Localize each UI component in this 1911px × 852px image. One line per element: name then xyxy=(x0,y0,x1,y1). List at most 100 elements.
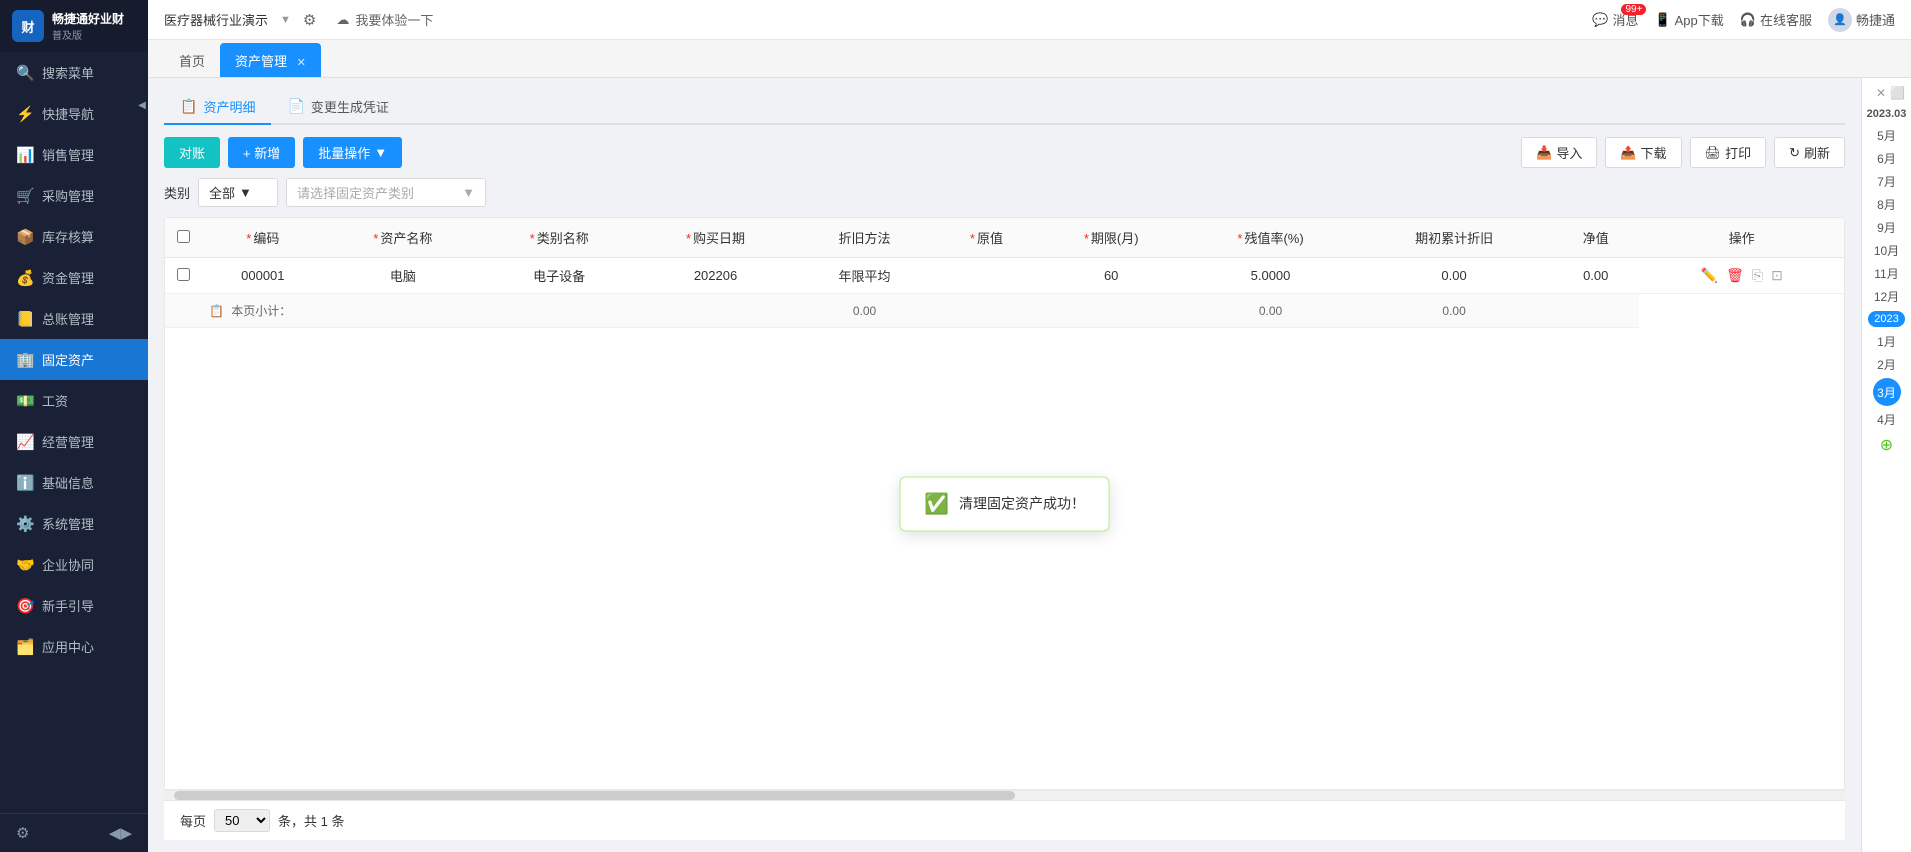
sidebar-item-apps[interactable]: 🗂️ 应用中心 xyxy=(0,626,148,667)
pagination: 每页 50 100 条，共 1 条 xyxy=(164,800,1845,840)
success-toast: ✅ 清理固定资产成功！ xyxy=(899,476,1110,531)
subtotal-original-value: 0.00 xyxy=(794,294,936,328)
subtotal-initial-dep: 0.00 xyxy=(1185,294,1356,328)
content-area: 📋 资产明细 📄 变更生成凭证 对账 + 新增 批量操作 ▼ xyxy=(148,78,1911,852)
sidebar-item-payroll[interactable]: 💵 工资 xyxy=(0,380,148,421)
sidebar-item-inventory[interactable]: 📦 库存核算 xyxy=(0,216,148,257)
panel-year-label: 2023.03 xyxy=(1865,104,1909,124)
category-value-select[interactable]: 请选择固定资产类别 ▼ xyxy=(286,178,486,207)
app-download-btn[interactable]: 📱 App下载 xyxy=(1654,10,1723,29)
header-period: *期限(月) xyxy=(1038,218,1185,258)
user-menu[interactable]: 👤 畅捷通 xyxy=(1828,8,1895,32)
import-button[interactable]: 📥 导入 xyxy=(1521,137,1597,168)
panel-close-icon[interactable]: ✕ xyxy=(1876,86,1886,100)
sidebar-bottom: ⚙ ◀▶ xyxy=(0,813,148,852)
month-12[interactable]: 12月 xyxy=(1862,285,1911,308)
message-badge: 99+ xyxy=(1621,4,1646,15)
tab-asset-management[interactable]: 资产管理 ✕ xyxy=(220,43,321,77)
panel-down-icon[interactable]: ⊕ xyxy=(1880,435,1893,455)
sub-tabs: 📋 资产明细 📄 变更生成凭证 xyxy=(164,90,1845,125)
sidebar-item-fixed-assets[interactable]: 🏢 固定资产 xyxy=(0,339,148,380)
row-checkbox[interactable] xyxy=(177,268,190,281)
sidebar-collapse-btn[interactable]: ◀ xyxy=(136,100,148,111)
refresh-icon: ↻ xyxy=(1789,145,1800,161)
row-depreciation: 年限平均 xyxy=(794,258,936,294)
more-icon[interactable]: ⊡ xyxy=(1771,267,1783,284)
action-icons: ✏️ 🗑 ⎘ ⊡ xyxy=(1647,267,1836,284)
sidebar-item-system[interactable]: ⚙️ 系统管理 xyxy=(0,503,148,544)
copy-icon[interactable]: ⎘ xyxy=(1752,267,1763,284)
sidebar-item-ledger[interactable]: 📒 总账管理 xyxy=(0,298,148,339)
company-name: 医疗器械行业演示 xyxy=(164,10,268,29)
row-original-value xyxy=(935,258,1037,294)
month-6[interactable]: 6月 xyxy=(1862,147,1911,170)
message-btn[interactable]: 💬 消息 99+ xyxy=(1592,10,1638,29)
sidebar-item-collab[interactable]: 🤝 企业协同 xyxy=(0,544,148,585)
tab-close-icon[interactable]: ✕ xyxy=(297,57,306,69)
month-4[interactable]: 4月 xyxy=(1862,408,1911,431)
sidebar-item-guide[interactable]: 🎯 新手引导 xyxy=(0,585,148,626)
sidebar-item-sales[interactable]: 📊 销售管理 xyxy=(0,134,148,175)
sub-tab-change-voucher[interactable]: 📄 变更生成凭证 xyxy=(271,90,404,125)
scrollbar-thumb[interactable] xyxy=(174,791,1015,800)
category-type-select[interactable]: 全部 ▼ xyxy=(198,178,278,207)
subtotal-row: 📋 本页小计： 0.00 0.00 0.00 xyxy=(165,294,1844,328)
month-5[interactable]: 5月 xyxy=(1862,124,1911,147)
current-month-badge[interactable]: 3月 xyxy=(1873,378,1901,406)
tab-home[interactable]: 首页 xyxy=(164,43,220,77)
header-actions: 操作 xyxy=(1639,218,1844,258)
online-service-btn[interactable]: 🎧 在线客服 xyxy=(1740,10,1812,29)
collapse-icon[interactable]: ◀▶ xyxy=(109,824,132,842)
month-7[interactable]: 7月 xyxy=(1862,170,1911,193)
month-1[interactable]: 1月 xyxy=(1862,330,1911,353)
print-button[interactable]: 🖨 打印 xyxy=(1690,137,1767,168)
toolbar-right: 📥 导入 📤 下载 🖨 打印 ↻ 刷新 xyxy=(1521,137,1845,168)
total-label: 条，共 1 条 xyxy=(278,811,344,830)
download-button[interactable]: 📤 下载 xyxy=(1605,137,1681,168)
month-10[interactable]: 10月 xyxy=(1862,239,1911,262)
month-8[interactable]: 8月 xyxy=(1862,193,1911,216)
sidebar-item-search[interactable]: 🔍 搜索菜单 xyxy=(0,52,148,93)
per-page-select[interactable]: 50 100 xyxy=(214,809,270,832)
app-download-icon: 📱 xyxy=(1654,12,1670,28)
operations-icon: 📈 xyxy=(16,433,34,451)
sidebar-item-funds[interactable]: 💰 资金管理 xyxy=(0,257,148,298)
header-buy-date: *购买日期 xyxy=(637,218,793,258)
month-11[interactable]: 11月 xyxy=(1862,262,1911,285)
headset-icon: 🎧 xyxy=(1740,12,1756,28)
month-2[interactable]: 2月 xyxy=(1862,353,1911,376)
sidebar: 财 畅捷通好业财 普及版 ◀ 🔍 搜索菜单 ⚡ 快捷导航 📊 销售管理 🛒 采购… xyxy=(0,0,148,852)
row-buy-date: 202206 xyxy=(637,258,793,294)
right-panel: ✕ ⬜ 2023.03 5月 6月 7月 8月 9月 10月 11月 12月 2… xyxy=(1861,78,1911,852)
batch-ops-button[interactable]: 批量操作 ▼ xyxy=(303,137,402,168)
experience-btn[interactable]: ☁ 我要体验一下 xyxy=(336,10,433,29)
company-dropdown-arrow[interactable]: ▼ xyxy=(280,14,291,26)
settings-icon[interactable]: ⚙ xyxy=(16,824,29,842)
assets-table: *编码 *资产名称 *类别名称 *购买日期 折旧方法 *原值 *期限(月) *残… xyxy=(164,217,1845,790)
header-name: *资产名称 xyxy=(325,218,481,258)
sub-tab-asset-detail[interactable]: 📋 资产明细 xyxy=(164,90,271,125)
experience-icon: ☁ xyxy=(336,12,349,28)
select-all-checkbox[interactable] xyxy=(177,230,190,243)
sidebar-item-quicknav[interactable]: ⚡ 快捷导航 xyxy=(0,93,148,134)
row-code: 000001 xyxy=(201,258,325,294)
edit-icon[interactable]: ✏️ xyxy=(1701,267,1718,284)
quicknav-icon: ⚡ xyxy=(16,105,34,123)
logo-icon: 财 xyxy=(12,10,44,42)
payroll-icon: 💵 xyxy=(16,392,34,410)
duizhang-button[interactable]: 对账 xyxy=(164,137,220,168)
refresh-button[interactable]: ↻ 刷新 xyxy=(1774,137,1845,168)
sidebar-item-basic-info[interactable]: ℹ️ 基础信息 xyxy=(0,462,148,503)
panel-expand-icon[interactable]: ⬜ xyxy=(1890,86,1905,100)
table-scrollbar[interactable] xyxy=(164,790,1845,800)
new-button[interactable]: + 新增 xyxy=(228,137,295,168)
search-icon: 🔍 xyxy=(16,64,34,82)
month-9[interactable]: 9月 xyxy=(1862,216,1911,239)
fixed-assets-icon: 🏢 xyxy=(16,351,34,369)
sidebar-item-operations[interactable]: 📈 经营管理 xyxy=(0,421,148,462)
settings-gear-icon[interactable]: ⚙ xyxy=(303,11,316,29)
year-2023-badge[interactable]: 2023 xyxy=(1868,311,1904,327)
delete-icon[interactable]: 🗑 xyxy=(1726,267,1744,284)
content-main: 📋 资产明细 📄 变更生成凭证 对账 + 新增 批量操作 ▼ xyxy=(148,78,1861,852)
sidebar-item-purchase[interactable]: 🛒 采购管理 xyxy=(0,175,148,216)
